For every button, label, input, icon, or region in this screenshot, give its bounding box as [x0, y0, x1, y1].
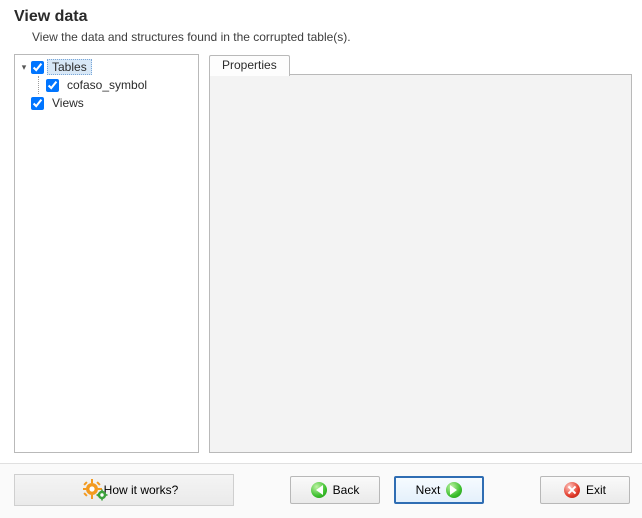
- arrow-left-icon: [311, 482, 327, 498]
- tree-branch-icon: cofaso_symbol: [38, 76, 152, 94]
- properties-content: [209, 74, 632, 453]
- page-title: View data: [14, 8, 632, 26]
- right-panel: Properties: [209, 54, 632, 453]
- tree-label-cofaso-symbol[interactable]: cofaso_symbol: [62, 77, 152, 93]
- tables-checkbox[interactable]: [31, 61, 44, 74]
- close-icon: [564, 482, 580, 498]
- tree-node-views[interactable]: Views: [17, 94, 196, 112]
- back-button[interactable]: Back: [290, 476, 380, 504]
- tree-label-tables[interactable]: Tables: [47, 59, 92, 75]
- page-header: View data View the data and structures f…: [0, 0, 642, 50]
- page-subtitle: View the data and structures found in th…: [32, 30, 632, 44]
- cofaso-symbol-checkbox[interactable]: [46, 79, 59, 92]
- main-area: ▾ Tables cofaso_symbol Views Properties: [0, 50, 642, 453]
- nav-button-group: Back Next Exit: [290, 476, 630, 504]
- exit-label: Exit: [586, 483, 606, 497]
- tree-node-tables[interactable]: ▾ Tables: [17, 58, 196, 76]
- tree-panel[interactable]: ▾ Tables cofaso_symbol Views: [14, 54, 199, 453]
- tab-properties[interactable]: Properties: [209, 55, 290, 76]
- views-checkbox[interactable]: [31, 97, 44, 110]
- arrow-right-icon: [446, 482, 462, 498]
- back-label: Back: [333, 483, 360, 497]
- next-button[interactable]: Next: [394, 476, 484, 504]
- footer-bar: How it works? Back Next Exit: [0, 463, 642, 518]
- next-label: Next: [416, 483, 441, 497]
- tree-node-cofaso-symbol[interactable]: cofaso_symbol: [31, 76, 196, 94]
- tab-strip: Properties: [209, 54, 632, 75]
- tab-strip-filler: [290, 54, 632, 75]
- gear-icon: [70, 479, 96, 501]
- how-it-works-label: How it works?: [104, 483, 179, 497]
- how-it-works-button[interactable]: How it works?: [14, 474, 234, 506]
- tree-label-views[interactable]: Views: [47, 95, 89, 111]
- exit-button[interactable]: Exit: [540, 476, 630, 504]
- chevron-down-icon[interactable]: ▾: [17, 62, 31, 73]
